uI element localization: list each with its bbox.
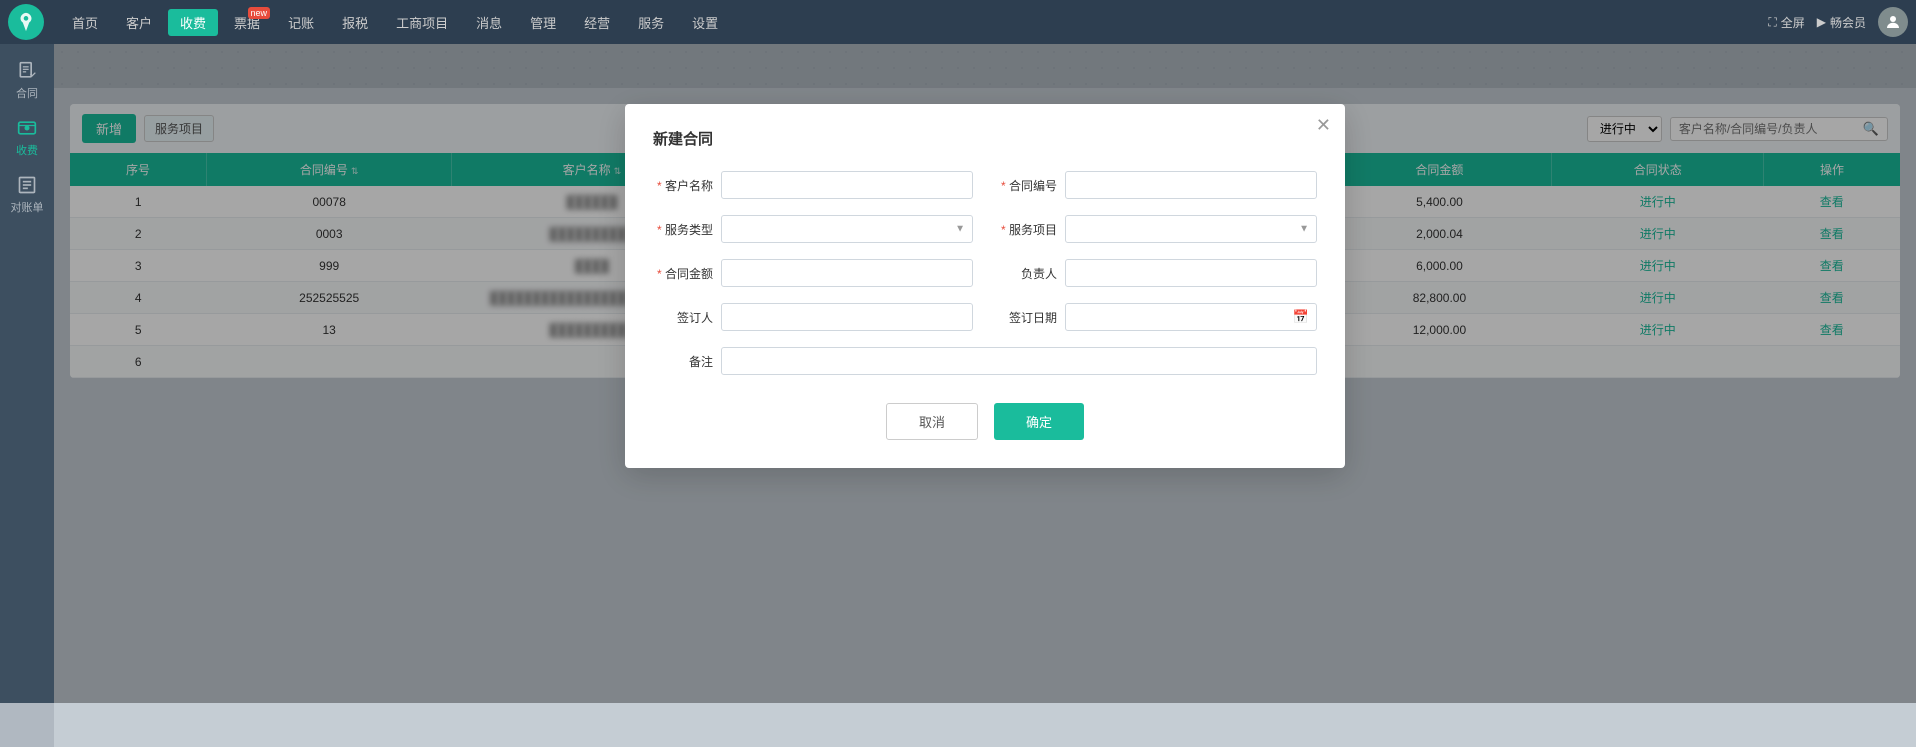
form-row-service-item: 服务项目 ▼	[997, 215, 1317, 243]
fullscreen-button[interactable]: ⛶ 全屏	[1768, 14, 1804, 31]
form-row-customer: 客户名称	[653, 171, 973, 199]
vip-button[interactable]: ▶ 畅会员	[1817, 14, 1866, 31]
notes-label: 备注	[653, 353, 713, 370]
modal-footer: 取消 确定	[653, 403, 1317, 440]
cancel-button[interactable]: 取消	[886, 403, 978, 440]
sidebar-item-fee[interactable]: 收费	[0, 109, 54, 166]
statement-icon	[16, 174, 38, 196]
sidebar-item-statement[interactable]: 对账单	[0, 166, 54, 223]
contract-amount-label: 合同金额	[653, 265, 713, 282]
person-in-charge-input[interactable]	[1065, 259, 1317, 287]
form-row-service-type: 服务类型 ▼	[653, 215, 973, 243]
new-badge: new	[248, 7, 271, 19]
nav-bookkeeping[interactable]: 记账	[276, 9, 326, 36]
main-content: 新增 服务项目 进行中 已完成 已终止 🔍 序号 合同编号⇅	[54, 88, 1916, 747]
service-item-select[interactable]	[1065, 215, 1317, 243]
user-avatar[interactable]	[1878, 7, 1908, 37]
nav-service[interactable]: 服务	[626, 9, 676, 36]
service-item-label: 服务项目	[997, 221, 1057, 238]
nav-operation[interactable]: 经营	[572, 9, 622, 36]
modal-title: 新建合同	[653, 128, 1317, 149]
contract-no-label: 合同编号	[997, 177, 1057, 194]
sign-date-wrapper: 2023-06-06 📅	[1065, 303, 1317, 331]
fee-icon	[16, 117, 38, 139]
nav-items: 首页 客户 收费 票据 new 记账 报税 工商项目 消息 管理 经营 服务 设…	[60, 9, 1768, 36]
contract-icon	[16, 60, 38, 82]
notes-input[interactable]	[721, 347, 1317, 375]
contract-no-input[interactable]	[1065, 171, 1317, 199]
service-type-label: 服务类型	[653, 221, 713, 238]
top-navigation: 首页 客户 收费 票据 new 记账 报税 工商项目 消息 管理 经营 服务 设…	[0, 0, 1916, 44]
vip-icon: ▶	[1817, 15, 1826, 29]
contract-amount-input[interactable]: 0.00	[721, 259, 973, 287]
person-in-charge-label: 负责人	[997, 265, 1057, 282]
sidebar-item-contract[interactable]: 合同	[0, 52, 54, 109]
customer-name-label: 客户名称	[653, 177, 713, 194]
form-row-person-in-charge: 负责人	[997, 259, 1317, 287]
fullscreen-icon: ⛶	[1768, 15, 1776, 30]
service-type-select[interactable]	[721, 215, 973, 243]
modal-close-button[interactable]: ✕	[1316, 116, 1331, 134]
form-row-contract-no: 合同编号	[997, 171, 1317, 199]
service-type-select-wrapper: ▼	[721, 215, 973, 243]
signer-input[interactable]	[721, 303, 973, 331]
form-row-signer: 签订人	[653, 303, 973, 331]
nav-invoice[interactable]: 票据 new	[222, 9, 272, 36]
form-row-sign-date: 签订日期 2023-06-06 📅	[997, 303, 1317, 331]
nav-customer[interactable]: 客户	[114, 9, 164, 36]
modal-new-contract: ✕ 新建合同 客户名称 合同编号 服务类型 ▼	[625, 104, 1345, 468]
form-row-notes: 备注	[653, 347, 1317, 375]
nav-business[interactable]: 工商项目	[384, 9, 460, 36]
nav-settings[interactable]: 设置	[680, 9, 730, 36]
nav-home[interactable]: 首页	[60, 9, 110, 36]
app-logo[interactable]	[8, 4, 44, 40]
customer-name-input[interactable]	[721, 171, 973, 199]
nav-manage[interactable]: 管理	[518, 9, 568, 36]
nav-tax[interactable]: 报税	[330, 9, 380, 36]
nav-right: ⛶ 全屏 ▶ 畅会员	[1768, 7, 1908, 37]
modal-overlay: ✕ 新建合同 客户名称 合同编号 服务类型 ▼	[54, 44, 1916, 703]
calendar-icon[interactable]: 📅	[1293, 309, 1309, 325]
sign-date-label: 签订日期	[997, 309, 1057, 326]
sidebar: 合同 收费 对账单	[0, 44, 54, 703]
signer-label: 签订人	[653, 309, 713, 326]
nav-fee[interactable]: 收费	[168, 9, 218, 36]
modal-form: 客户名称 合同编号 服务类型 ▼ 服务项目	[653, 171, 1317, 375]
nav-message[interactable]: 消息	[464, 9, 514, 36]
service-item-select-wrapper: ▼	[1065, 215, 1317, 243]
form-row-amount: 合同金额 0.00	[653, 259, 973, 287]
sign-date-input[interactable]: 2023-06-06	[1065, 303, 1317, 331]
confirm-button[interactable]: 确定	[994, 403, 1084, 440]
